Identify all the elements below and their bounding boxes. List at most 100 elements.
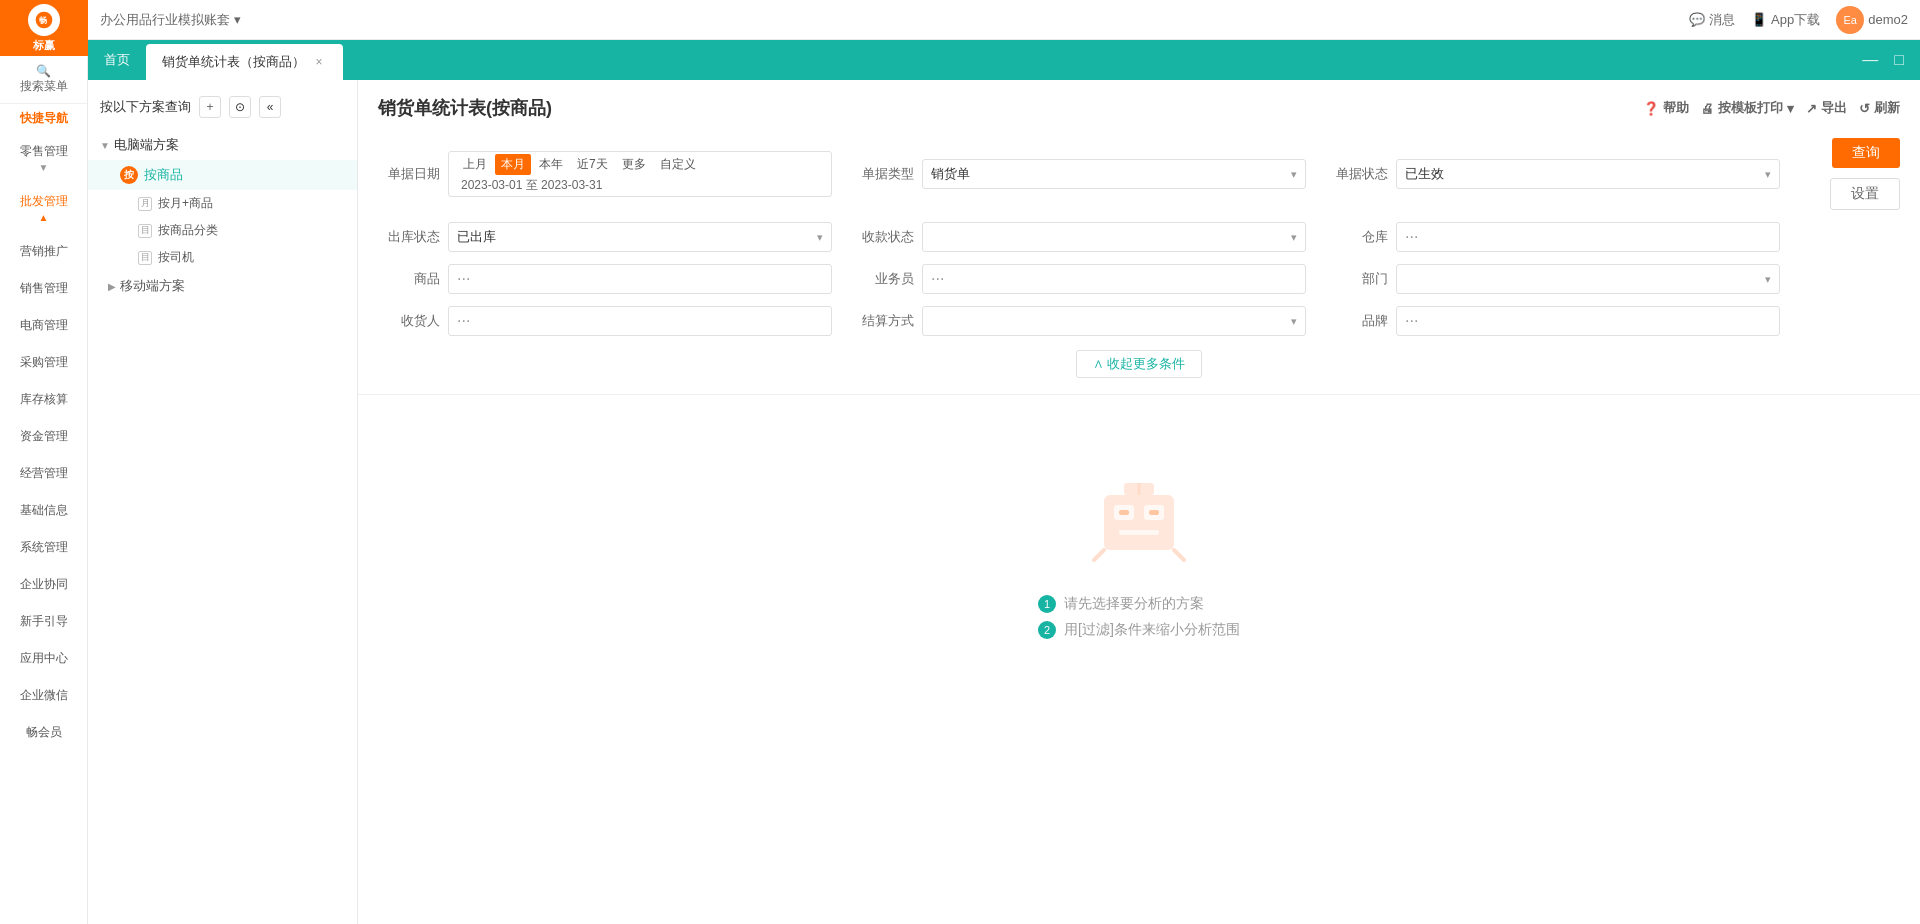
empty-icon bbox=[1079, 455, 1199, 575]
mobile-group-label: 移动端方案 bbox=[120, 277, 185, 295]
collapse-conditions-btn[interactable]: ∧ 收起更多条件 bbox=[1076, 350, 1203, 378]
app-download-btn[interactable]: 📱 App下载 bbox=[1751, 11, 1820, 29]
scheme-label-month-goods: 按月+商品 bbox=[158, 195, 213, 212]
date-btn-this-year[interactable]: 本年 bbox=[533, 154, 569, 175]
quick-nav-label: 快捷导航 bbox=[0, 110, 87, 127]
topbar-right: 💬 消息 📱 App下载 Ea demo2 bbox=[1689, 6, 1908, 34]
sidebar-item-marketing[interactable]: 营销推广 bbox=[0, 233, 87, 270]
warehouse-dots[interactable]: ··· bbox=[1405, 228, 1418, 246]
type-select[interactable]: 销货单 ▾ bbox=[922, 159, 1306, 189]
quick-nav-item[interactable]: 快捷导航 bbox=[0, 104, 87, 133]
date-btn-custom[interactable]: 自定义 bbox=[654, 154, 702, 175]
collapse-panel-btn[interactable]: « bbox=[259, 96, 281, 118]
help-icon: ❓ bbox=[1643, 101, 1659, 116]
status-label: 单据状态 bbox=[1326, 165, 1396, 183]
message-btn[interactable]: 💬 消息 bbox=[1689, 11, 1735, 29]
dept-select[interactable]: ▾ bbox=[1396, 264, 1780, 294]
scheme-item-by-goods[interactable]: 按 按商品 bbox=[88, 160, 357, 190]
scheme-item-by-category[interactable]: 目 按商品分类 bbox=[88, 217, 357, 244]
tab-sales-stats[interactable]: 销货单统计表（按商品） × bbox=[146, 44, 343, 80]
print-arrow: ▾ bbox=[1787, 101, 1794, 116]
svg-rect-6 bbox=[1149, 510, 1159, 515]
pc-group-header[interactable]: ▼ 电脑端方案 bbox=[88, 130, 357, 160]
date-btn-last-month[interactable]: 上月 bbox=[457, 154, 493, 175]
sub-icon-month: 月 bbox=[138, 197, 152, 211]
tab-maximize-btn[interactable]: □ bbox=[1890, 47, 1908, 73]
sidebar-item-purchase[interactable]: 采购管理 bbox=[0, 344, 87, 381]
date-control[interactable]: 上月 本月 本年 近7天 更多 自定义 2023-03-01 至 2023-03… bbox=[448, 151, 832, 197]
logo-icon: 畅 bbox=[28, 4, 60, 36]
right-panel: 销货单统计表(按商品) ❓ 帮助 🖨 按模板打印 ▾ ↗ 导出 bbox=[358, 80, 1920, 924]
topbar-brand[interactable]: 办公用品行业模拟账套 ▾ bbox=[100, 11, 241, 29]
app-download-icon: 📱 bbox=[1751, 12, 1767, 27]
sidebar-item-finance[interactable]: 资金管理 bbox=[0, 418, 87, 455]
left-panel-header: 按以下方案查询 + ⊙ « bbox=[88, 88, 357, 126]
refresh-scheme-btn[interactable]: ⊙ bbox=[229, 96, 251, 118]
user-menu[interactable]: Ea demo2 bbox=[1836, 6, 1908, 34]
sidebar-item-sales[interactable]: 销售管理 bbox=[0, 270, 87, 307]
sidebar-item-system[interactable]: 系统管理 bbox=[0, 529, 87, 566]
receiver-control[interactable]: ··· bbox=[448, 306, 832, 336]
operations-label: 经营管理 bbox=[20, 465, 68, 482]
print-btn[interactable]: 🖨 按模板打印 ▾ bbox=[1701, 99, 1794, 117]
mobile-group-arrow: ▶ bbox=[108, 281, 116, 292]
staff-dots[interactable]: ··· bbox=[931, 270, 944, 288]
tab-home[interactable]: 首页 bbox=[88, 40, 146, 80]
export-icon: ↗ bbox=[1806, 101, 1817, 116]
outstock-select[interactable]: 已出库 ▾ bbox=[448, 222, 832, 252]
page-title-text: 销货单统计表(按商品) bbox=[378, 96, 552, 120]
search-menu-item[interactable]: 🔍 搜索菜单 bbox=[0, 56, 87, 104]
wechat-label: 企业微信 bbox=[20, 687, 68, 704]
filter-settle-item: 结算方式 ▾ bbox=[852, 306, 1306, 336]
sidebar-item-operations[interactable]: 经营管理 bbox=[0, 455, 87, 492]
staff-control[interactable]: ··· bbox=[922, 264, 1306, 294]
refresh-btn[interactable]: ↺ 刷新 bbox=[1859, 99, 1900, 117]
collect-select[interactable]: ▾ bbox=[922, 222, 1306, 252]
date-btn-7days[interactable]: 近7天 bbox=[571, 154, 614, 175]
goods-control[interactable]: ··· bbox=[448, 264, 832, 294]
empty-tips: 1 请先选择要分析的方案 2 用[过滤]条件来缩小分析范围 bbox=[1038, 595, 1240, 639]
settings-button[interactable]: 设置 bbox=[1830, 178, 1900, 210]
page-title-actions: ❓ 帮助 🖨 按模板打印 ▾ ↗ 导出 ↺ 刷新 bbox=[1643, 99, 1900, 117]
sidebar-item-ecommerce[interactable]: 电商管理 bbox=[0, 307, 87, 344]
staff-label: 业务员 bbox=[852, 270, 922, 288]
sidebar-item-inventory[interactable]: 库存核算 bbox=[0, 381, 87, 418]
help-btn[interactable]: ❓ 帮助 bbox=[1643, 99, 1689, 117]
sidebar-item-appcenter[interactable]: 应用中心 bbox=[0, 640, 87, 677]
collect-chevron: ▾ bbox=[1291, 231, 1297, 244]
sidebar-item-retail[interactable]: 零售管理 ▼ bbox=[0, 133, 87, 183]
sidebar-item-newbie[interactable]: 新手引导 bbox=[0, 603, 87, 640]
add-scheme-btn[interactable]: + bbox=[199, 96, 221, 118]
filter-date-item: 单据日期 上月 本月 本年 近7天 更多 自定义 20 bbox=[378, 151, 832, 197]
date-shortcuts: 上月 本月 本年 近7天 更多 自定义 bbox=[457, 154, 702, 175]
logo: 畅 标赢 bbox=[0, 0, 88, 56]
sidebar-item-member[interactable]: 畅会员 bbox=[0, 714, 87, 751]
goods-dots[interactable]: ··· bbox=[457, 270, 470, 288]
collapse-conditions-label: ∧ 收起更多条件 bbox=[1093, 355, 1186, 373]
pc-scheme-group: ▼ 电脑端方案 按 按商品 月 按月+商品 目 按商品分类 bbox=[88, 130, 357, 271]
date-btn-this-month[interactable]: 本月 bbox=[495, 154, 531, 175]
scheme-item-by-month-goods[interactable]: 月 按月+商品 bbox=[88, 190, 357, 217]
sub-icon-category: 目 bbox=[138, 224, 152, 238]
receiver-dots[interactable]: ··· bbox=[457, 312, 470, 330]
sidebar-item-collab[interactable]: 企业协同 bbox=[0, 566, 87, 603]
dept-chevron: ▾ bbox=[1765, 273, 1771, 286]
tab-minimize-btn[interactable]: — bbox=[1858, 47, 1882, 73]
svg-rect-7 bbox=[1119, 530, 1159, 535]
sidebar-item-wholesale[interactable]: 批发管理 ▲ bbox=[0, 183, 87, 233]
sidebar-item-basics[interactable]: 基础信息 bbox=[0, 492, 87, 529]
mobile-scheme-group[interactable]: ▶ 移动端方案 bbox=[88, 271, 357, 301]
settle-select[interactable]: ▾ bbox=[922, 306, 1306, 336]
sidebar-item-wechat[interactable]: 企业微信 bbox=[0, 677, 87, 714]
brand-dots[interactable]: ··· bbox=[1405, 312, 1418, 330]
export-btn[interactable]: ↗ 导出 bbox=[1806, 99, 1847, 117]
warehouse-control[interactable]: ··· bbox=[1396, 222, 1780, 252]
date-btn-more[interactable]: 更多 bbox=[616, 154, 652, 175]
brand-control[interactable]: ··· bbox=[1396, 306, 1780, 336]
svg-rect-5 bbox=[1119, 510, 1129, 515]
tabbar: 首页 销货单统计表（按商品） × — □ bbox=[88, 40, 1920, 80]
status-select[interactable]: 已生效 ▾ bbox=[1396, 159, 1780, 189]
query-button[interactable]: 查询 bbox=[1832, 138, 1900, 168]
scheme-item-by-driver[interactable]: 目 按司机 bbox=[88, 244, 357, 271]
tab-close-btn[interactable]: × bbox=[311, 54, 327, 70]
